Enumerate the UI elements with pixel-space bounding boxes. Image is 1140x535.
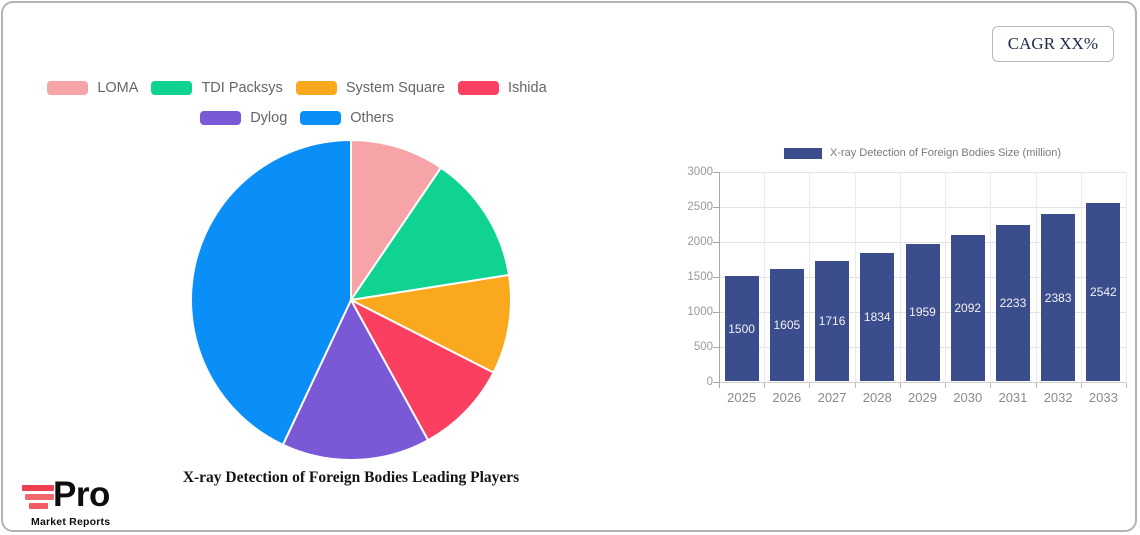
legend-swatch (300, 111, 342, 125)
brand-logo: Pro Market Reports (22, 475, 132, 530)
pie-chart (190, 139, 512, 461)
x-axis-tick (854, 383, 856, 388)
x-tick-label: 2025 (727, 390, 757, 405)
gridline-vertical (764, 172, 766, 382)
x-tick-label: 2033 (1088, 390, 1118, 405)
y-tick-label: 500 (693, 341, 713, 353)
bar-value-label: 2092 (954, 300, 982, 315)
gridline-vertical (854, 172, 856, 382)
legend-swatch (295, 81, 337, 95)
legend-label: TDI Packsys (201, 80, 283, 96)
bar: 2542 (1086, 203, 1121, 381)
bar-value-label: 1834 (863, 309, 891, 324)
bar: 1959 (905, 243, 940, 381)
x-axis-line (719, 382, 1126, 383)
x-tick-label: 2030 (953, 390, 983, 405)
bar: 1716 (815, 260, 850, 381)
legend-label: Others (350, 110, 394, 126)
pie-legend-item: LOMA (47, 80, 138, 96)
legend-swatch (151, 81, 193, 95)
gridline-vertical (1080, 172, 1082, 382)
y-tick-label: 1000 (687, 306, 713, 318)
legend-label: LOMA (97, 80, 139, 96)
gridline-vertical (990, 172, 992, 382)
bar-value-label: 1605 (773, 317, 801, 332)
bar-value-label: 2383 (1044, 290, 1072, 305)
gridline-vertical (945, 172, 947, 382)
pie-legend-item: TDI Packsys (151, 80, 283, 96)
x-axis-tick (1035, 383, 1037, 388)
report-canvas: CAGR XX% LOMA TDI Packsys System Square Ish… (1, 1, 1137, 532)
gridline-vertical (809, 172, 811, 382)
y-axis-line (719, 172, 720, 388)
y-tick-label: 1500 (687, 271, 713, 283)
x-axis-tick (764, 383, 766, 388)
bar-value-label: 1959 (909, 305, 936, 320)
x-axis-tick (809, 383, 811, 388)
y-tick-label: 0 (706, 376, 713, 388)
logo-subtitle: Market Reports (31, 516, 111, 528)
legend-label: Ishida (507, 80, 547, 96)
bar-value-label: 2233 (999, 295, 1027, 310)
y-tick-label: 2000 (687, 236, 713, 248)
pie-legend: LOMA TDI Packsys System Square Ishida Dylog O… (17, 80, 577, 126)
gridline-horizontal (719, 207, 1126, 208)
pie-chart-title: X-ray Detection of Foreign Bodies Leadin… (182, 469, 520, 486)
bar: 2383 (1041, 214, 1076, 381)
x-axis-tick (899, 383, 901, 388)
gridline-vertical (1035, 172, 1037, 382)
bar-value-label: 1716 (818, 313, 846, 328)
pie-legend-item: Dylog (200, 110, 287, 126)
pie-legend-item: System Square (295, 80, 445, 96)
legend-swatch (200, 111, 242, 125)
bar-value-label: 1500 (728, 321, 755, 336)
x-axis-tick (1080, 383, 1082, 388)
x-tick-label: 2026 (772, 390, 802, 405)
x-tick-label: 2029 (908, 390, 937, 405)
logo-stripe (29, 503, 48, 509)
legend-label: System Square (345, 80, 445, 96)
logo-stripe (25, 494, 54, 500)
bar-value-label: 2542 (1090, 285, 1117, 300)
cagr-badge: CAGR XX% (991, 26, 1114, 62)
y-tick-label: 2500 (687, 201, 713, 213)
x-tick-label: 2027 (817, 390, 847, 405)
pie-legend-item: Ishida (457, 80, 547, 96)
x-axis-tick (1126, 383, 1127, 388)
pie-legend-item: Others (300, 110, 394, 126)
legend-label: Dylog (250, 110, 288, 126)
legend-swatch (457, 81, 499, 95)
x-tick-label: 2032 (1043, 390, 1073, 405)
y-tick-label: 3000 (687, 166, 713, 178)
bar-legend-label: X-ray Detection of Foreign Bodies Size (… (829, 147, 1062, 159)
x-tick-label: 2031 (998, 390, 1028, 405)
bar: 1500 (724, 276, 759, 381)
gridline-vertical (899, 172, 901, 382)
bar: 1834 (860, 252, 895, 381)
gridline-horizontal (719, 172, 1126, 173)
x-axis-tick (945, 383, 947, 388)
bar: 2233 (995, 224, 1030, 381)
logo-name: Pro (53, 475, 110, 514)
x-tick-label: 2028 (862, 390, 892, 405)
x-axis-tick (990, 383, 992, 388)
gridline-vertical (1126, 172, 1127, 382)
bar-legend: X-ray Detection of Foreign Bodies Size (… (719, 147, 1126, 159)
bar-legend-swatch (783, 147, 822, 159)
logo-stripe (22, 485, 54, 491)
legend-swatch (47, 81, 89, 95)
bar: 2092 (950, 234, 985, 381)
bar: 1605 (769, 268, 804, 381)
bar-chart-plot: 0 500 1000 1500 2000 2500 3000 1500 2025 1605 2026… (687, 166, 1127, 405)
